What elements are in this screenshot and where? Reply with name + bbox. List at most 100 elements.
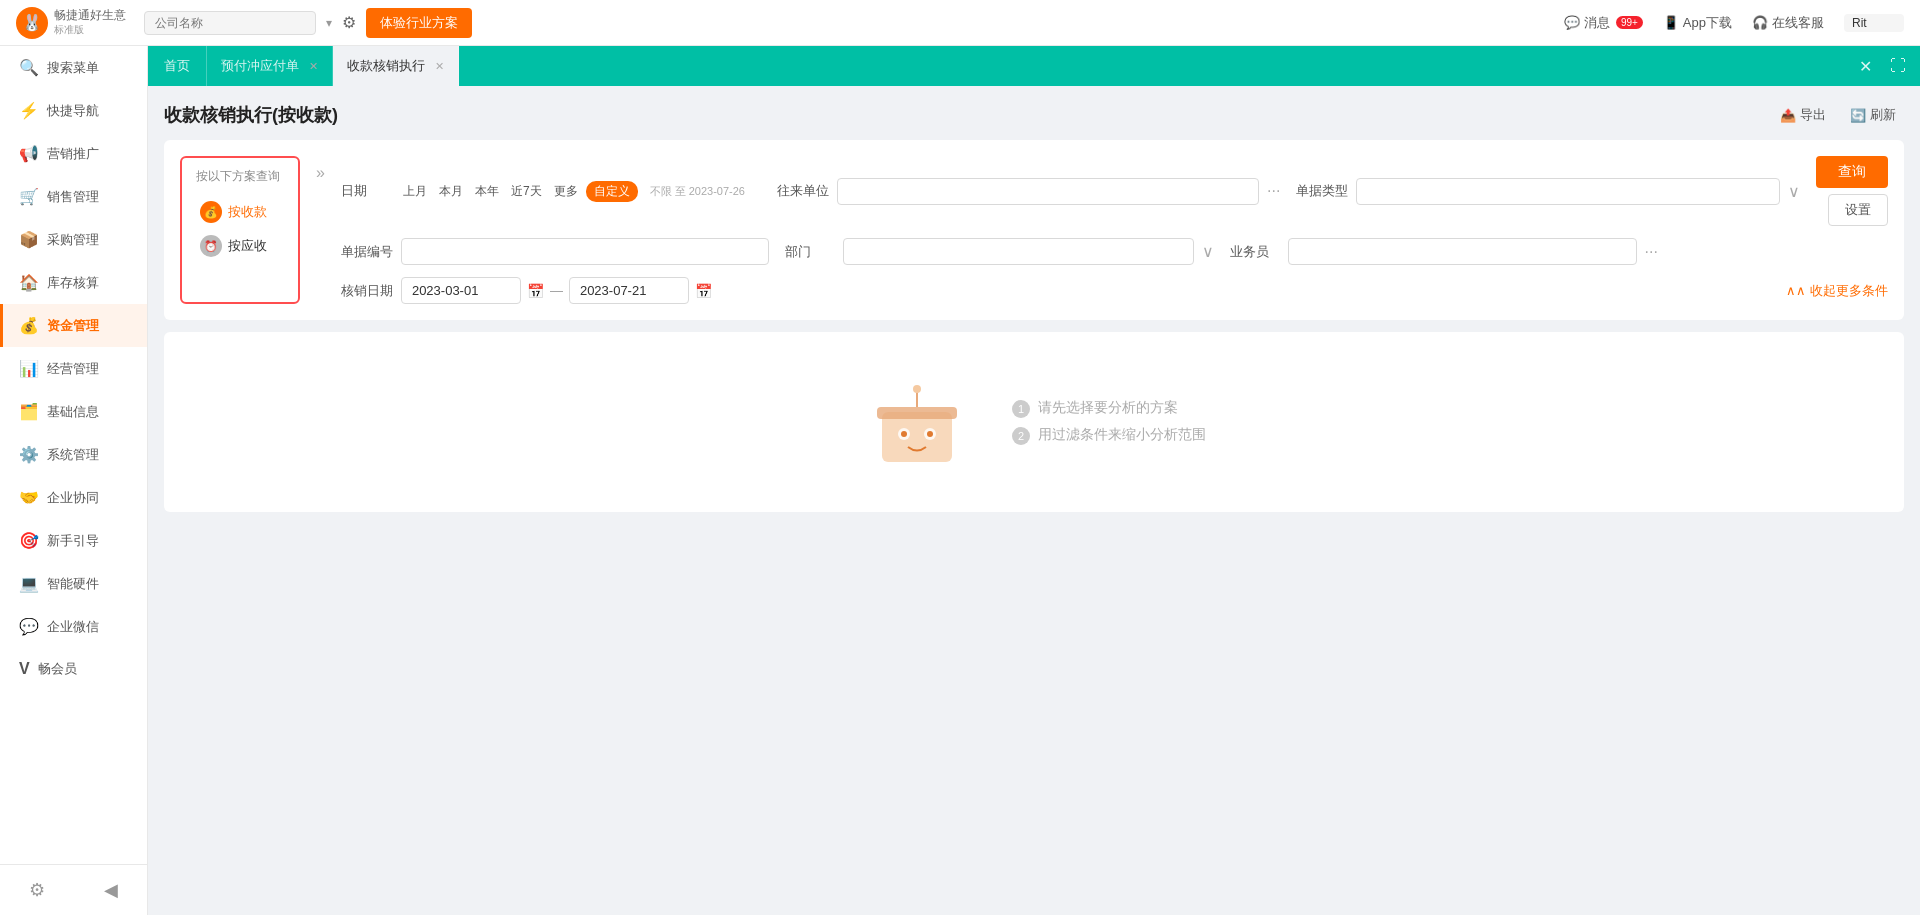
main-layout: 🔍 搜索菜单 ⚡ 快捷导航 📢 营销推广 🛒 销售管理 📦 采购管理 🏠 库存核… bbox=[0, 46, 1920, 915]
tab-close-all-icon[interactable]: ✕ bbox=[1853, 53, 1878, 80]
sidebar-item-quicknav[interactable]: ⚡ 快捷导航 bbox=[0, 89, 147, 132]
tab-collection-close[interactable]: ✕ bbox=[435, 60, 444, 73]
industry-btn[interactable]: 体验行业方案 bbox=[366, 8, 472, 38]
date-more-btn[interactable]: 更多 bbox=[550, 181, 582, 202]
sidebar-item-hardware[interactable]: 💻 智能硬件 bbox=[0, 562, 147, 605]
right-actions: 查询 设置 bbox=[1816, 156, 1888, 226]
sidebar-item-system[interactable]: ⚙️ 系统管理 bbox=[0, 433, 147, 476]
vouchertype-more-icon[interactable]: ∨ bbox=[1788, 182, 1800, 201]
filter-option-by-receipt[interactable]: 💰 按收款 bbox=[196, 195, 284, 229]
department-chevron-icon[interactable]: ∨ bbox=[1202, 242, 1214, 261]
page-content: 收款核销执行(按收款) 📤 导出 🔄 刷新 按以下方案查询 bbox=[148, 86, 1920, 915]
tab-home[interactable]: 首页 bbox=[148, 46, 207, 86]
date-no-limit-text: 不限 至 2023-07-26 bbox=[650, 184, 745, 199]
hardware-icon: 💻 bbox=[19, 574, 39, 593]
writeoff-date-from[interactable] bbox=[401, 277, 521, 304]
sidebar-item-finance[interactable]: 💰 资金管理 bbox=[0, 304, 147, 347]
svg-point-4 bbox=[901, 431, 907, 437]
sidebar-item-sales[interactable]: 🛒 销售管理 bbox=[0, 175, 147, 218]
management-icon: 📊 bbox=[19, 359, 39, 378]
date-quick-btns: 上月 本月 本年 近7天 更多 自定义 bbox=[399, 181, 638, 202]
sidebar-item-purchase[interactable]: 📦 采购管理 bbox=[0, 218, 147, 261]
department-select[interactable] bbox=[843, 238, 1193, 265]
filter-scheme-title: 按以下方案查询 bbox=[196, 168, 284, 185]
tab-prepay[interactable]: 预付冲应付单 ✕ bbox=[207, 46, 333, 86]
sidebar-item-wechat[interactable]: 💬 企业微信 bbox=[0, 605, 147, 648]
filter-field-vouchertype: 单据类型 ∨ bbox=[1296, 178, 1800, 205]
export-icon: 📤 bbox=[1780, 108, 1796, 123]
sidebar-item-member[interactable]: V 畅会员 bbox=[0, 648, 147, 690]
collapse-more-icon: ∧∧ bbox=[1786, 283, 1806, 298]
hint-num-2: 2 bbox=[1012, 427, 1030, 445]
tab-maximize-icon[interactable]: ⛶ bbox=[1884, 53, 1912, 79]
logo-badge: 标准版 bbox=[54, 23, 126, 37]
sidebar-item-guide[interactable]: 🎯 新手引导 bbox=[0, 519, 147, 562]
writeoff-date-to-cal-icon[interactable]: 📅 bbox=[695, 283, 712, 299]
query-btn[interactable]: 查询 bbox=[1816, 156, 1888, 188]
refresh-btn[interactable]: 🔄 刷新 bbox=[1842, 102, 1904, 128]
sidebar-item-inventory[interactable]: 🏠 库存核算 bbox=[0, 261, 147, 304]
marketing-icon: 📢 bbox=[19, 144, 39, 163]
refresh-icon: 🔄 bbox=[1850, 108, 1866, 123]
page-title: 收款核销执行(按收款) bbox=[164, 103, 338, 127]
sidebar-item-marketing[interactable]: 📢 营销推广 bbox=[0, 132, 147, 175]
staff-more-icon[interactable]: ··· bbox=[1645, 243, 1658, 261]
filter-field-department: 部门 ∨ bbox=[785, 238, 1213, 265]
messages-btn[interactable]: 💬 消息 99+ bbox=[1564, 14, 1643, 32]
sidebar-item-collab[interactable]: 🤝 企业协同 bbox=[0, 476, 147, 519]
export-btn[interactable]: 📤 导出 bbox=[1772, 102, 1834, 128]
vouchertype-select[interactable] bbox=[1356, 178, 1780, 205]
user-name[interactable]: Rit bbox=[1844, 14, 1904, 32]
filter-field-staff: 业务员 ··· bbox=[1230, 238, 1658, 265]
svg-point-7 bbox=[913, 385, 921, 393]
online-service-btn[interactable]: 🎧 在线客服 bbox=[1752, 14, 1824, 32]
counterparty-label: 往来单位 bbox=[777, 182, 829, 200]
sidebar-settings-btn[interactable]: ⚙ bbox=[21, 875, 53, 905]
tab-prepay-close[interactable]: ✕ bbox=[309, 60, 318, 73]
filter-collapse-btn[interactable]: » bbox=[312, 160, 329, 186]
date-this-year-btn[interactable]: 本年 bbox=[471, 181, 503, 202]
filter-field-voucherno: 单据编号 bbox=[341, 238, 769, 265]
wechat-icon: 💬 bbox=[19, 617, 39, 636]
tab-bar-actions: ✕ ⛶ bbox=[1853, 46, 1920, 86]
svg-rect-0 bbox=[882, 412, 952, 462]
app-download-btn[interactable]: 📱 App下载 bbox=[1663, 14, 1732, 32]
counterparty-input[interactable] bbox=[837, 178, 1259, 205]
date-7days-btn[interactable]: 近7天 bbox=[507, 181, 546, 202]
company-chevron-icon[interactable]: ▾ bbox=[326, 16, 332, 30]
member-icon: V bbox=[19, 660, 30, 678]
date-this-month-btn[interactable]: 本月 bbox=[435, 181, 467, 202]
empty-hint-1: 1 请先选择要分析的方案 bbox=[1012, 399, 1206, 418]
company-input[interactable] bbox=[144, 11, 316, 35]
content-area: 首页 预付冲应付单 ✕ 收款核销执行 ✕ ✕ ⛶ 收款核销执行(按收款) bbox=[148, 46, 1920, 915]
collapse-more-btn[interactable]: ∧∧ 收起更多条件 bbox=[1786, 278, 1888, 304]
sidebar-item-basic-info[interactable]: 🗂️ 基础信息 bbox=[0, 390, 147, 433]
settings-btn[interactable]: 设置 bbox=[1828, 194, 1888, 226]
date-custom-btn[interactable]: 自定义 bbox=[586, 181, 638, 202]
logo-icon: 🐰 bbox=[16, 7, 48, 39]
tab-collection[interactable]: 收款核销执行 ✕ bbox=[333, 46, 459, 86]
writeoff-date-to[interactable] bbox=[569, 277, 689, 304]
search-icon: 🔍 bbox=[19, 58, 39, 77]
empty-hints: 1 请先选择要分析的方案 2 用过滤条件来缩小分析范围 bbox=[1012, 399, 1206, 445]
purchase-icon: 📦 bbox=[19, 230, 39, 249]
filter-fields: 日期 上月 本月 本年 近7天 更多 自定义 不限 至 2023-07-26 bbox=[341, 156, 1888, 304]
top-header: 🐰 畅捷通好生意 标准版 ▾ ⚙ 体验行业方案 💬 消息 99+ 📱 App下载… bbox=[0, 0, 1920, 46]
settings-icon[interactable]: ⚙ bbox=[342, 13, 356, 32]
staff-input[interactable] bbox=[1288, 238, 1637, 265]
sidebar-bottom: ⚙ ◀ bbox=[0, 864, 147, 915]
sidebar-item-search[interactable]: 🔍 搜索菜单 bbox=[0, 46, 147, 89]
date-last-month-btn[interactable]: 上月 bbox=[399, 181, 431, 202]
quicknav-icon: ⚡ bbox=[19, 101, 39, 120]
sidebar-item-management[interactable]: 📊 经营管理 bbox=[0, 347, 147, 390]
service-icon: 🎧 bbox=[1752, 15, 1768, 30]
message-badge: 99+ bbox=[1616, 16, 1643, 29]
message-icon: 💬 bbox=[1564, 15, 1580, 30]
filter-row-3: 核销日期 📅 — 📅 ∧∧ 收起更多条 bbox=[341, 277, 1888, 304]
voucherno-input[interactable] bbox=[401, 238, 769, 265]
counterparty-more-icon[interactable]: ··· bbox=[1267, 182, 1280, 200]
filter-option-by-receivable[interactable]: ⏰ 按应收 bbox=[196, 229, 284, 263]
writeoff-date-from-cal-icon[interactable]: 📅 bbox=[527, 283, 544, 299]
sidebar-collapse-btn[interactable]: ◀ bbox=[96, 875, 126, 905]
inventory-icon: 🏠 bbox=[19, 273, 39, 292]
